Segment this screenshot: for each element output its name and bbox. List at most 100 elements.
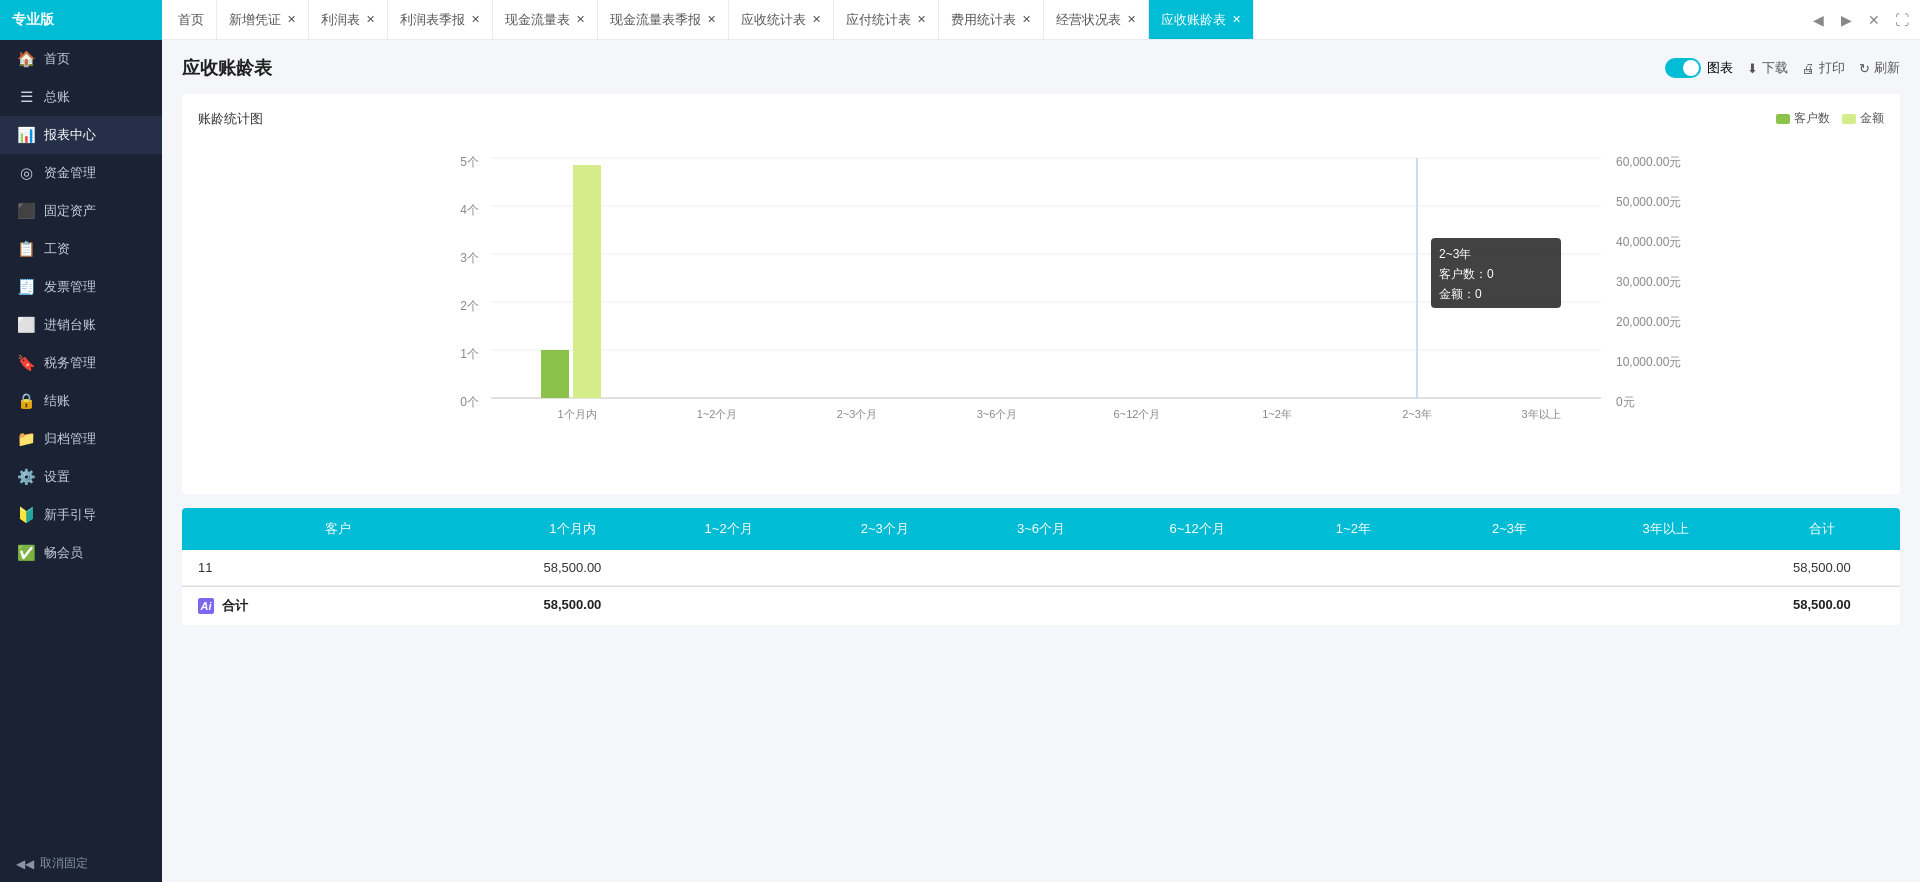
cell-y2-3 <box>1431 550 1587 585</box>
svg-text:1~2个月: 1~2个月 <box>697 408 738 420</box>
reports-icon: 📊 <box>16 126 36 144</box>
svg-text:5个: 5个 <box>460 155 479 169</box>
aging-table: 客户 1个月内 1~2个月 2~3个月 3~6个月 6~12个月 1~2年 2~… <box>182 508 1900 625</box>
sidebar-item-closing[interactable]: 🔒 结账 <box>0 382 162 420</box>
tab-voucher[interactable]: 新增凭证 ✕ <box>217 0 309 40</box>
svg-text:2个: 2个 <box>460 299 479 313</box>
footer-y3plus <box>1588 587 1744 625</box>
tab-cashflow-q[interactable]: 现金流量表季报 ✕ <box>598 0 729 40</box>
footer-label: Ai 合计 <box>182 587 494 625</box>
chart-svg: 5个 4个 3个 2个 1个 0个 60,000.00元 50,000.00元 … <box>198 138 1884 458</box>
tab-close-all[interactable]: ✕ <box>1860 0 1888 40</box>
chart-container: 账龄统计图 客户数 金额 5个 4个 3个 2个 1个 <box>182 94 1900 494</box>
col-total: 合计 <box>1744 508 1900 550</box>
cell-m2-3 <box>807 550 963 585</box>
col-m3-6: 3~6个月 <box>963 508 1119 550</box>
tab-maximize[interactable]: ⛶ <box>1888 0 1916 40</box>
sidebar: 专业版 🏠 首页 ☰ 总账 📊 报表中心 ◎ 资金管理 ⬛ 固定资产 📋 工资 … <box>0 0 162 882</box>
sidebar-item-home[interactable]: 🏠 首页 <box>0 40 162 78</box>
legend-amount-label: 金额 <box>1860 110 1884 127</box>
tab-profit[interactable]: 利润表 ✕ <box>309 0 388 40</box>
sidebar-item-ledger[interactable]: ☰ 总账 <box>0 78 162 116</box>
tab-aging[interactable]: 应收账龄表 ✕ <box>1149 0 1254 40</box>
capital-icon: ◎ <box>16 164 36 182</box>
sidebar-item-capital[interactable]: ◎ 资金管理 <box>0 154 162 192</box>
col-customer: 客户 <box>182 508 494 550</box>
close-tab-cashflow[interactable]: ✕ <box>576 13 585 26</box>
sidebar-item-stock[interactable]: ⬜ 进销台账 <box>0 306 162 344</box>
refresh-button[interactable]: ↻ 刷新 <box>1859 59 1900 77</box>
close-tab-expense-stat[interactable]: ✕ <box>1022 13 1031 26</box>
sidebar-item-settings[interactable]: ⚙️ 设置 <box>0 458 162 496</box>
assets-icon: ⬛ <box>16 202 36 220</box>
tab-cashflow[interactable]: 现金流量表 ✕ <box>493 0 598 40</box>
footer-icon: Ai <box>198 598 214 614</box>
sidebar-item-label: 资金管理 <box>44 164 96 182</box>
salary-icon: 📋 <box>16 240 36 258</box>
close-tab-aging[interactable]: ✕ <box>1232 13 1241 26</box>
cell-customer: 11 <box>182 550 494 585</box>
sidebar-item-guide[interactable]: 🔰 新手引导 <box>0 496 162 534</box>
tab-biz-status[interactable]: 经营状况表 ✕ <box>1044 0 1149 40</box>
download-icon: ⬇ <box>1747 61 1758 76</box>
sidebar-item-assets[interactable]: ⬛ 固定资产 <box>0 192 162 230</box>
tab-expense-stat[interactable]: 费用统计表 ✕ <box>939 0 1044 40</box>
sidebar-item-tax[interactable]: 🔖 税务管理 <box>0 344 162 382</box>
legend-customers: 客户数 <box>1776 110 1830 127</box>
sidebar-item-archive[interactable]: 📁 归档管理 <box>0 420 162 458</box>
sidebar-item-label: 报表中心 <box>44 126 96 144</box>
sidebar-item-salary[interactable]: 📋 工资 <box>0 230 162 268</box>
svg-text:0元: 0元 <box>1616 395 1635 409</box>
close-tab-voucher[interactable]: ✕ <box>287 13 296 26</box>
sidebar-item-label: 总账 <box>44 88 70 106</box>
svg-text:1~2年: 1~2年 <box>1262 408 1292 420</box>
close-tab-profit-q[interactable]: ✕ <box>471 13 480 26</box>
sidebar-item-label: 工资 <box>44 240 70 258</box>
sidebar-item-label: 进销台账 <box>44 316 96 334</box>
tab-payable-stat[interactable]: 应付统计表 ✕ <box>834 0 939 40</box>
footer-m6-12 <box>1119 587 1275 625</box>
close-tab-biz-status[interactable]: ✕ <box>1127 13 1136 26</box>
svg-text:60,000.00元: 60,000.00元 <box>1616 155 1681 169</box>
sidebar-item-invoice[interactable]: 🧾 发票管理 <box>0 268 162 306</box>
footer-m1: 58,500.00 <box>494 587 650 625</box>
collapse-label: 取消固定 <box>40 855 88 872</box>
sidebar-item-reports[interactable]: 📊 报表中心 <box>0 116 162 154</box>
print-button[interactable]: 🖨 打印 <box>1802 59 1845 77</box>
download-button[interactable]: ⬇ 下载 <box>1747 59 1788 77</box>
svg-text:10,000.00元: 10,000.00元 <box>1616 355 1681 369</box>
tab-scroll-right[interactable]: ▶ <box>1832 0 1860 40</box>
close-tab-payable-stat[interactable]: ✕ <box>917 13 926 26</box>
svg-text:50,000.00元: 50,000.00元 <box>1616 195 1681 209</box>
sidebar-item-label: 归档管理 <box>44 430 96 448</box>
refresh-icon: ↻ <box>1859 61 1870 76</box>
sidebar-item-label: 设置 <box>44 468 70 486</box>
cell-y1-2 <box>1275 550 1431 585</box>
cell-total: 58,500.00 <box>1744 550 1900 585</box>
sidebar-item-member[interactable]: ✅ 畅会员 <box>0 534 162 572</box>
svg-text:6~12个月: 6~12个月 <box>1114 408 1161 420</box>
archive-icon: 📁 <box>16 430 36 448</box>
close-tab-cashflow-q[interactable]: ✕ <box>707 13 716 26</box>
footer-m3-6 <box>963 587 1119 625</box>
page-actions: 图表 ⬇ 下载 🖨 打印 ↻ 刷新 <box>1665 58 1900 78</box>
tab-home[interactable]: 首页 <box>166 0 217 40</box>
svg-text:客户数：0: 客户数：0 <box>1439 267 1494 281</box>
close-tab-profit[interactable]: ✕ <box>366 13 375 26</box>
chart-toggle[interactable] <box>1665 58 1701 78</box>
svg-text:40,000.00元: 40,000.00元 <box>1616 235 1681 249</box>
tab-scroll-left[interactable]: ◀ <box>1804 0 1832 40</box>
collapse-toggle[interactable]: ◀◀ 取消固定 <box>0 845 162 882</box>
table-header: 客户 1个月内 1~2个月 2~3个月 3~6个月 6~12个月 1~2年 2~… <box>182 508 1900 550</box>
home-icon: 🏠 <box>16 50 36 68</box>
close-tab-receivable-stat[interactable]: ✕ <box>812 13 821 26</box>
table-footer: Ai 合计 58,500.00 58,500.00 <box>182 586 1900 625</box>
col-y2-3: 2~3年 <box>1431 508 1587 550</box>
tab-receivable-stat[interactable]: 应收统计表 ✕ <box>729 0 834 40</box>
chart-area: 5个 4个 3个 2个 1个 0个 60,000.00元 50,000.00元 … <box>198 138 1884 478</box>
tab-bar: 首页 新增凭证 ✕ 利润表 ✕ 利润表季报 ✕ 现金流量表 ✕ 现金流量表季报 … <box>162 0 1920 40</box>
col-y3plus: 3年以上 <box>1588 508 1744 550</box>
closing-icon: 🔒 <box>16 392 36 410</box>
tab-profit-q[interactable]: 利润表季报 ✕ <box>388 0 493 40</box>
chart-toggle-wrap: 图表 <box>1665 58 1733 78</box>
